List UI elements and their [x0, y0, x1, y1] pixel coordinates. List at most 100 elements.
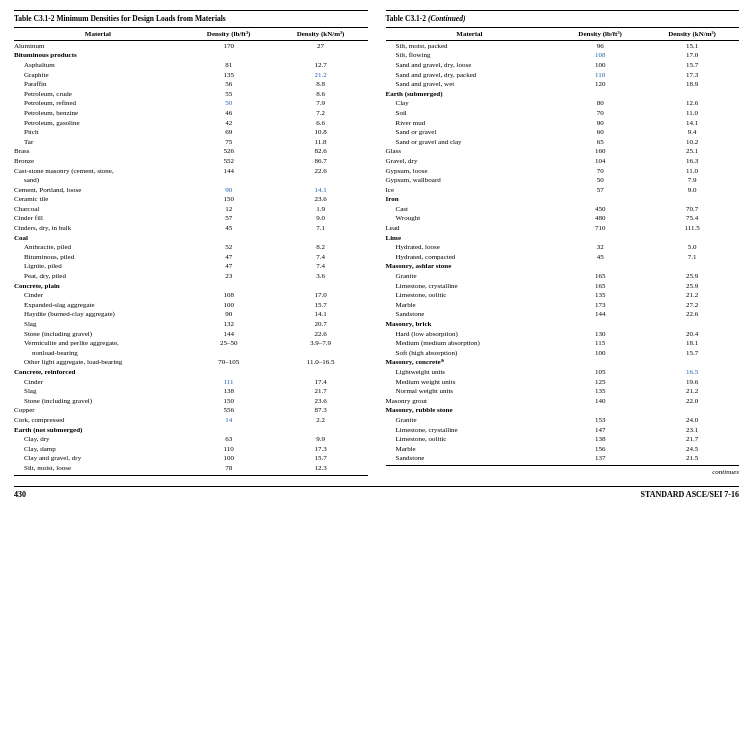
density-lbft-cell: 70: [555, 108, 647, 118]
material-cell: Bronze: [14, 156, 184, 166]
left-col-density-knm: Density (kN/m³): [276, 28, 368, 41]
right-title-text: Table C3.1-2: [386, 14, 427, 23]
table-row: Sand and gravel, wet12018.9: [386, 79, 740, 89]
density-lbft-cell: 57: [555, 185, 647, 195]
density-knm-cell: 25.9: [647, 281, 739, 291]
density-knm-cell: 24.5: [647, 444, 739, 454]
density-lbft-cell: 75: [184, 137, 276, 147]
material-cell: sand): [14, 175, 184, 185]
material-cell: Bituminous, piled: [14, 252, 184, 262]
density-lbft-cell: 140: [555, 396, 647, 406]
density-knm-cell: [647, 262, 739, 272]
material-cell: Cast: [386, 204, 556, 214]
material-cell: Normal weight units: [386, 386, 556, 396]
material-cell: Cinder fill: [14, 214, 184, 224]
density-lbft-cell: 90: [555, 118, 647, 128]
material-cell: Anthracite, piled: [14, 242, 184, 252]
table-row: Sandstone14422.6: [386, 310, 740, 320]
density-knm-cell: [647, 89, 739, 99]
table-row: Bituminous products: [14, 51, 368, 61]
density-lbft-cell: 138: [184, 386, 276, 396]
table-row: Sand and gravel, dry, packed11017.3: [386, 70, 740, 80]
material-cell: Earth (not submerged): [14, 425, 184, 435]
density-knm-cell: 7.9: [647, 175, 739, 185]
density-knm-cell: 70.7: [647, 204, 739, 214]
density-lbft-cell: 25–50: [184, 338, 276, 348]
density-lbft-cell: [555, 233, 647, 243]
left-table-title: Table C3.1-2 Minimum Densities for Desig…: [14, 10, 368, 23]
density-knm-cell: 17.4: [276, 377, 368, 387]
table-row: Limestone, crystalline16525.9: [386, 281, 740, 291]
table-row: Glass16025.1: [386, 147, 740, 157]
table-row: Sand or gravel and clay6510.2: [386, 137, 740, 147]
density-lbft-cell: 52: [184, 242, 276, 252]
material-cell: Limestone, oolitic: [386, 290, 556, 300]
density-lbft-cell: 47: [184, 252, 276, 262]
density-lbft-cell: 42: [184, 118, 276, 128]
density-knm-cell: 25.1: [647, 147, 739, 157]
density-knm-cell: 24.0: [647, 415, 739, 425]
material-cell: Gypsum, wallboard: [386, 175, 556, 185]
table-row: Medium weight units12519.6: [386, 377, 740, 387]
density-lbft-cell: 50: [555, 175, 647, 185]
density-knm-cell: 23.6: [276, 396, 368, 406]
table-row: Lightweight units10516.5: [386, 367, 740, 377]
table-row: nonload-bearing: [14, 348, 368, 358]
table-row: Sand and gravel, dry, loose10015.7: [386, 60, 740, 70]
density-knm-cell: [647, 319, 739, 329]
density-knm-cell: 15.7: [647, 60, 739, 70]
density-lbft-cell: 45: [184, 223, 276, 233]
material-cell: Vermiculite and perlite aggregate,: [14, 338, 184, 348]
material-cell: Marble: [386, 300, 556, 310]
material-cell: Bituminous products: [14, 51, 184, 61]
density-knm-cell: 14.1: [276, 310, 368, 320]
table-row: Limestone, crystalline14723.1: [386, 425, 740, 435]
table-row: Paraffin568.8: [14, 79, 368, 89]
table-row: Charcoal121.9: [14, 204, 368, 214]
density-lbft-cell: 137: [555, 454, 647, 464]
table-row: Soil7011.0: [386, 108, 740, 118]
material-cell: Petroleum, gasoline: [14, 118, 184, 128]
density-lbft-cell: 78: [184, 463, 276, 473]
material-cell: Masonry, rubble stone: [386, 406, 556, 416]
density-lbft-cell: 710: [555, 223, 647, 233]
density-lbft-cell: 90: [184, 310, 276, 320]
density-lbft-cell: 23: [184, 271, 276, 281]
material-cell: Expanded-slag aggregate: [14, 300, 184, 310]
tables-row: Table C3.1-2 Minimum Densities for Desig…: [14, 10, 739, 476]
table-row: Petroleum, refined507.9: [14, 99, 368, 109]
left-table: Material Density (lb/ft³) Density (kN/m³…: [14, 27, 368, 473]
density-lbft-cell: 120: [555, 79, 647, 89]
density-knm-cell: 10.8: [276, 127, 368, 137]
density-lbft-cell: 57: [184, 214, 276, 224]
density-lbft-cell: [184, 233, 276, 243]
density-lbft-cell: 556: [184, 406, 276, 416]
material-cell: Masonry grout: [386, 396, 556, 406]
left-table-section: Table C3.1-2 Minimum Densities for Desig…: [14, 10, 368, 476]
material-cell: Ceramic tile: [14, 195, 184, 205]
table-row: Petroleum, benzine467.2: [14, 108, 368, 118]
material-cell: Cinder: [14, 290, 184, 300]
density-lbft-cell: [184, 51, 276, 61]
table-row: Ceramic tile15023.6: [14, 195, 368, 205]
right-col-density-knm: Density (kN/m³): [647, 28, 739, 41]
density-knm-cell: 22.6: [647, 310, 739, 320]
density-knm-cell: 7.2: [276, 108, 368, 118]
material-cell: Soft (high absorption): [386, 348, 556, 358]
density-lbft-cell: 96: [555, 41, 647, 51]
density-knm-cell: 21.7: [647, 434, 739, 444]
left-title-text: Table C3.1-2 Minimum Densities for Desig…: [14, 14, 226, 23]
table-row: Hard (low absorption)13020.4: [386, 329, 740, 339]
density-knm-cell: 16.5: [647, 367, 739, 377]
density-knm-cell: 17.3: [276, 444, 368, 454]
table-row: Medium (medium absorption)11518.1: [386, 338, 740, 348]
table-row: sand): [14, 175, 368, 185]
density-knm-cell: 18.9: [647, 79, 739, 89]
density-lbft-cell: 110: [184, 444, 276, 454]
table-row: Bituminous, piled477.4: [14, 252, 368, 262]
density-knm-cell: 27: [276, 41, 368, 51]
density-lbft-cell: 165: [555, 271, 647, 281]
table-row: Silt, moist, packed9615.1: [386, 41, 740, 51]
density-lbft-cell: 56: [184, 79, 276, 89]
density-knm-cell: 25.9: [647, 271, 739, 281]
